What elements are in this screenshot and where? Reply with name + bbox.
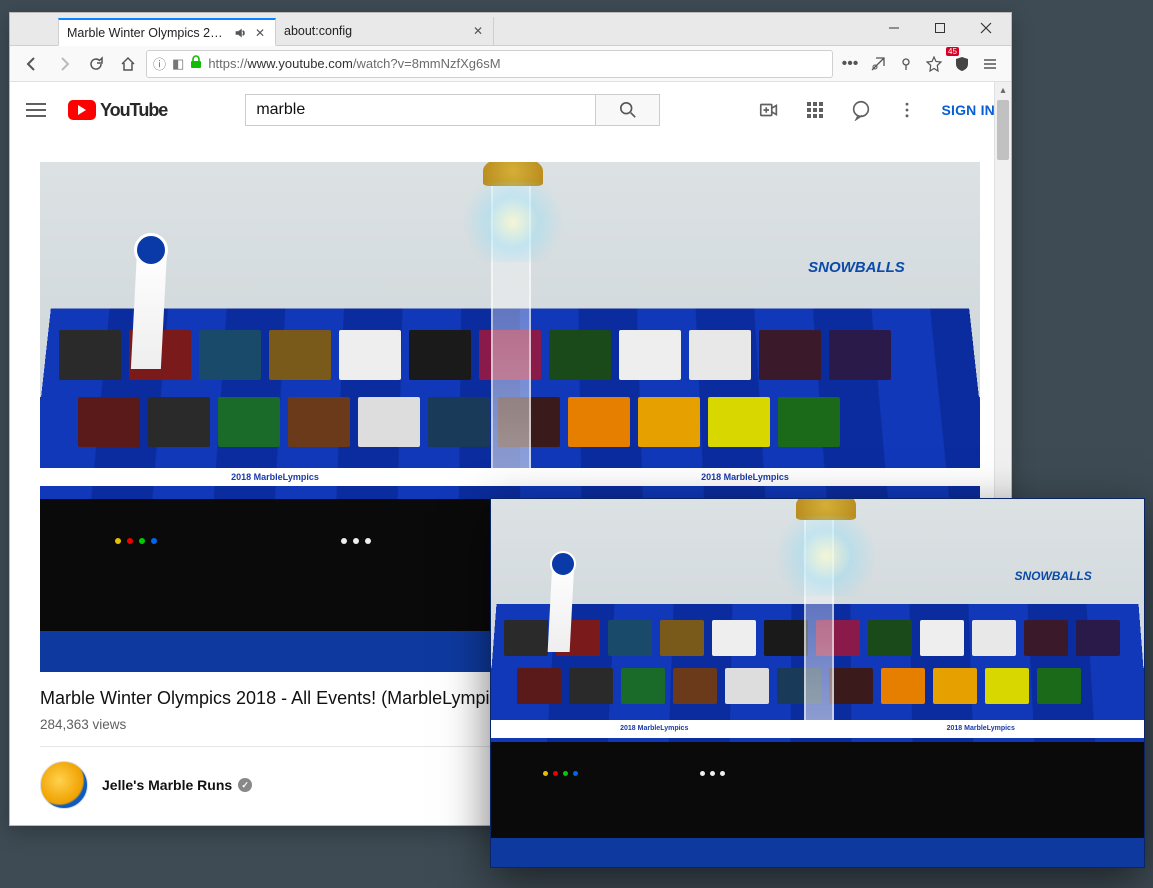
pip-window[interactable]: SNOWBALLS 2018 MarbleLympics 2018 Marble… xyxy=(490,498,1145,868)
info-icon[interactable]: ⓘ xyxy=(153,54,166,73)
window-close-button[interactable] xyxy=(963,13,1009,43)
tab-active[interactable]: Marble Winter Olympics 2018 - ✕ xyxy=(58,18,276,46)
tab-title: Marble Winter Olympics 2018 - xyxy=(67,26,227,40)
scroll-up-icon[interactable]: ▴ xyxy=(995,82,1011,98)
window-maximize-button[interactable] xyxy=(917,13,963,43)
forward-button[interactable] xyxy=(50,50,78,78)
page-actions-icon[interactable]: ••• xyxy=(837,50,863,78)
youtube-logo-text: YouTube xyxy=(100,100,167,121)
extension-icon-2[interactable] xyxy=(893,50,919,78)
blocker-extension-icon[interactable]: 45 xyxy=(949,50,975,78)
back-button[interactable] xyxy=(18,50,46,78)
lock-icon xyxy=(190,55,202,72)
messages-icon[interactable] xyxy=(849,98,873,122)
window-minimize-button[interactable] xyxy=(871,13,917,43)
banner-stripe: 2018 MarbleLympics 2018 MarbleLympics xyxy=(40,468,980,486)
window-controls xyxy=(871,13,1009,43)
search-input[interactable] xyxy=(245,94,595,126)
tab-inactive[interactable]: about:config ✕ xyxy=(276,17,494,45)
olympic-torch xyxy=(491,172,531,468)
create-icon[interactable] xyxy=(757,98,781,122)
scroll-thumb[interactable] xyxy=(997,100,1009,160)
menu-icon[interactable] xyxy=(26,98,50,122)
pip-thumbnail: SNOWBALLS 2018 MarbleLympics 2018 Marble… xyxy=(491,499,1144,867)
tab-leading-space xyxy=(10,13,58,45)
reload-button[interactable] xyxy=(82,50,110,78)
app-menu-button[interactable] xyxy=(977,50,1003,78)
apps-icon[interactable] xyxy=(803,98,827,122)
url-bar[interactable]: ⓘ ◧ https://www.youtube.com/watch?v=8mmN… xyxy=(146,50,833,78)
signin-button[interactable]: SIGN IN xyxy=(941,102,995,118)
play-icon xyxy=(68,100,96,120)
youtube-logo[interactable]: YouTube xyxy=(68,100,167,121)
tracking-icon[interactable]: ◧ xyxy=(172,56,184,72)
bookmark-star-icon[interactable] xyxy=(921,50,947,78)
header-right: SIGN IN xyxy=(757,98,995,122)
snowballs-sign: SNOWBALLS xyxy=(808,259,905,276)
tab-title: about:config xyxy=(284,24,465,38)
toolbar-right: ••• 45 xyxy=(837,50,1003,78)
close-icon[interactable]: ✕ xyxy=(253,26,267,40)
channel-name[interactable]: Jelle's Marble Runs ✓ xyxy=(102,777,252,793)
url-text: https://www.youtube.com/watch?v=8mmNzfXg… xyxy=(208,56,500,71)
youtube-header: YouTube SIGN IN xyxy=(10,82,1011,138)
audio-icon[interactable] xyxy=(233,26,247,40)
home-button[interactable] xyxy=(114,50,142,78)
toolbar: ⓘ ◧ https://www.youtube.com/watch?v=8mmN… xyxy=(10,46,1011,82)
more-icon[interactable] xyxy=(895,98,919,122)
close-icon[interactable]: ✕ xyxy=(471,24,485,38)
verified-icon: ✓ xyxy=(238,778,252,792)
channel-avatar[interactable] xyxy=(40,761,88,809)
search-bar xyxy=(245,94,660,126)
tab-strip: Marble Winter Olympics 2018 - ✕ about:co… xyxy=(10,13,1011,46)
search-button[interactable] xyxy=(595,94,660,126)
extension-icon-1[interactable] xyxy=(865,50,891,78)
